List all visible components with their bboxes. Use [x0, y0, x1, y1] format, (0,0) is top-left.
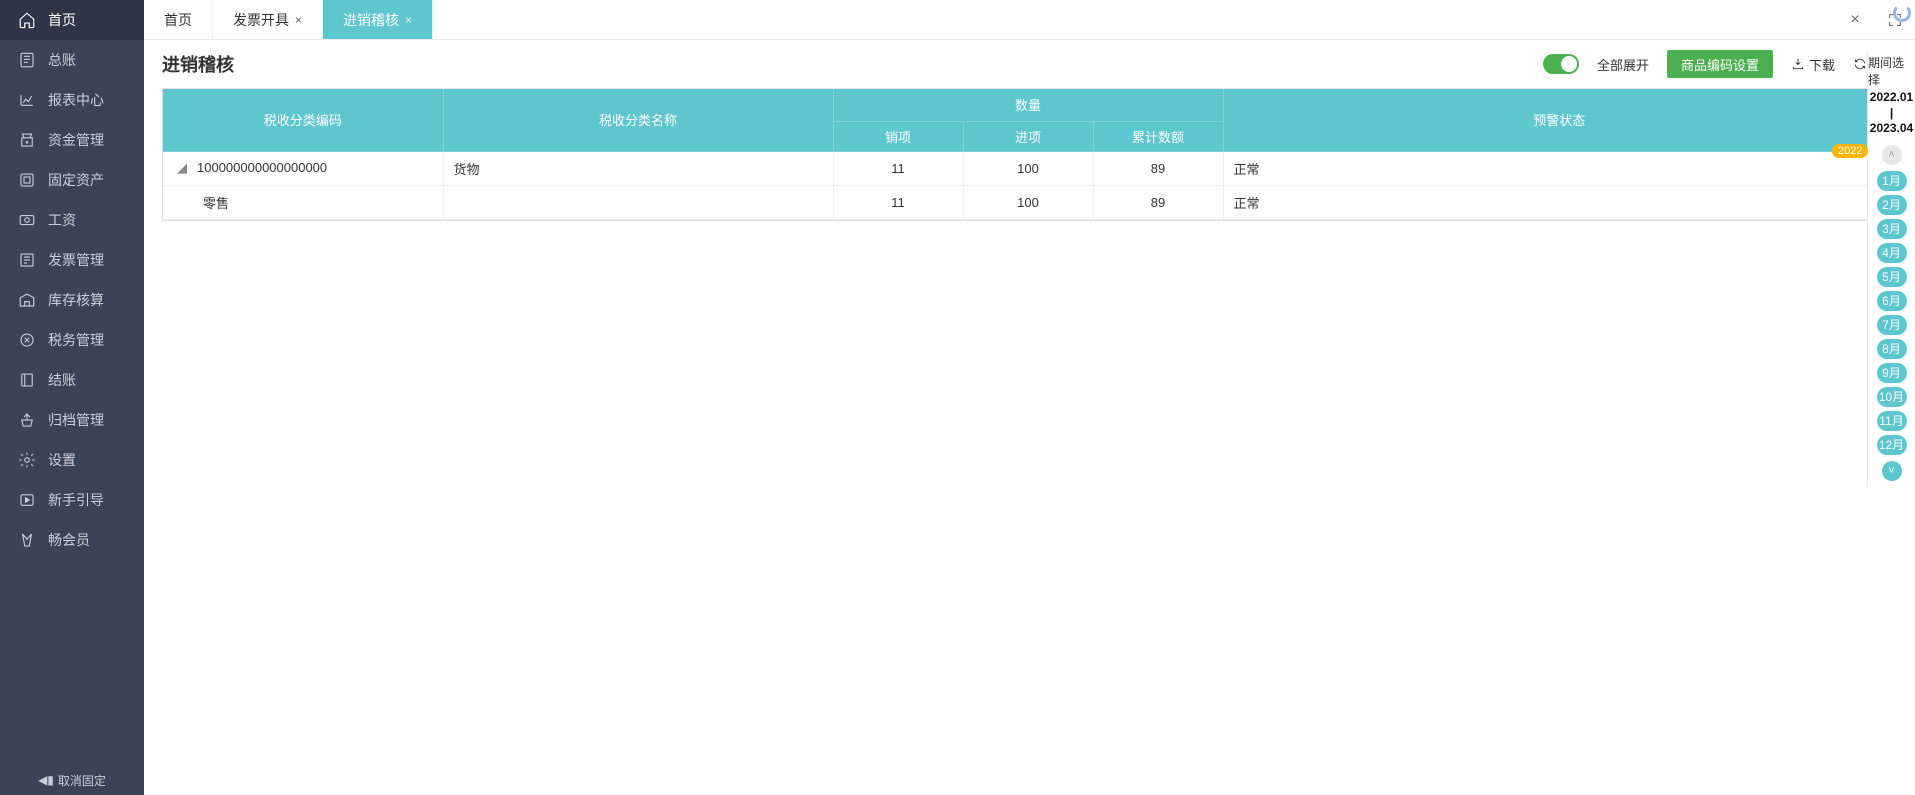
refresh-icon	[1853, 57, 1867, 71]
guide-icon	[18, 491, 36, 509]
toolbar: 进销稽核 全部展开 商品编码设置 下载 刷新	[144, 40, 1915, 88]
sidebar-label: 发票管理	[48, 250, 104, 270]
year-badge: 2022	[1832, 144, 1868, 158]
loading-spinner-icon	[1893, 4, 1911, 22]
salary-icon	[18, 211, 36, 229]
audit-table: ❯ 税收分类编码 税收分类名称 数量 预警状态 销项 进	[162, 88, 1897, 221]
sidebar-label: 结账	[48, 370, 76, 390]
period-range: 2022.01|2023.04	[1870, 90, 1913, 137]
month-10[interactable]: 10月	[1877, 387, 1907, 407]
sidebar-label: 首页	[48, 10, 76, 30]
sidebar-label: 固定资产	[48, 170, 104, 190]
th-out: 销项	[833, 121, 963, 151]
period-prev-button[interactable]: ˄	[1882, 145, 1902, 165]
sidebar-item-ledger[interactable]: 总账	[0, 40, 144, 80]
month-6[interactable]: 6月	[1877, 291, 1907, 311]
page-title: 进销稽核	[162, 51, 234, 77]
invoice-icon	[18, 251, 36, 269]
sidebar-label: 资金管理	[48, 130, 104, 150]
month-9[interactable]: 9月	[1877, 363, 1907, 383]
code-setting-button[interactable]: 商品编码设置	[1667, 50, 1773, 78]
sidebar-item-asset[interactable]: 固定资产	[0, 160, 144, 200]
th-in: 进项	[963, 121, 1093, 151]
sidebar-item-close-book[interactable]: 结账	[0, 360, 144, 400]
month-5[interactable]: 5月	[1877, 267, 1907, 287]
sidebar-label: 归档管理	[48, 410, 104, 430]
month-3[interactable]: 3月	[1877, 219, 1907, 239]
sidebar-item-guide[interactable]: 新手引导	[0, 480, 144, 520]
sidebar-label: 报表中心	[48, 90, 104, 110]
close-icon[interactable]: ×	[405, 13, 412, 27]
sidebar-label: 总账	[48, 50, 76, 70]
inventory-icon	[18, 291, 36, 309]
month-2[interactable]: 2月	[1877, 195, 1907, 215]
tab-bar: 首页 发票开具 × 进销稽核 × ×	[144, 0, 1915, 40]
period-title: 期间选择	[1868, 54, 1915, 88]
tab-label: 进销稽核	[343, 10, 399, 30]
ledger-icon	[18, 51, 36, 69]
close-book-icon	[18, 371, 36, 389]
sidebar-item-settings[interactable]: 设置	[0, 440, 144, 480]
sidebar-label: 库存核算	[48, 290, 104, 310]
tax-icon	[18, 331, 36, 349]
tab-home[interactable]: 首页	[144, 0, 213, 39]
month-12[interactable]: 12月	[1877, 435, 1907, 455]
sidebar-pin-toggle[interactable]: ◀▮取消固定	[0, 765, 144, 795]
table-row[interactable]: ◢100000000000000000 货物 11 100 89 正常	[163, 151, 1896, 185]
th-name: 税收分类名称	[443, 89, 833, 151]
row-collapse-icon[interactable]: ◢	[177, 160, 191, 176]
month-8[interactable]: 8月	[1877, 339, 1907, 359]
sidebar-label: 新手引导	[48, 490, 104, 510]
window-close-button[interactable]: ×	[1835, 0, 1875, 39]
sidebar-item-tax[interactable]: 税务管理	[0, 320, 144, 360]
table-row[interactable]: 零售 11 100 89 正常	[163, 185, 1896, 219]
th-status: 预警状态	[1223, 89, 1895, 151]
tab-label: 首页	[164, 10, 192, 30]
expand-all-toggle[interactable]	[1543, 54, 1579, 74]
sidebar-item-invoice[interactable]: 发票管理	[0, 240, 144, 280]
archive-icon	[18, 411, 36, 429]
tab-invoice-issue[interactable]: 发票开具 ×	[213, 0, 323, 39]
sidebar-label: 税务管理	[48, 330, 104, 350]
close-icon[interactable]: ×	[295, 13, 302, 27]
month-7[interactable]: 7月	[1877, 315, 1907, 335]
th-cum: 累计数额	[1093, 121, 1223, 151]
fund-icon	[18, 131, 36, 149]
sidebar-label: 工资	[48, 210, 76, 230]
sidebar-item-inventory[interactable]: 库存核算	[0, 280, 144, 320]
sidebar-item-home[interactable]: 首页	[0, 0, 144, 40]
month-1[interactable]: 1月	[1877, 171, 1907, 191]
gear-icon	[18, 451, 36, 469]
tab-audit[interactable]: 进销稽核 ×	[323, 0, 433, 39]
sidebar-item-report[interactable]: 报表中心	[0, 80, 144, 120]
member-icon	[18, 531, 36, 549]
sidebar-item-member[interactable]: 畅会员	[0, 520, 144, 560]
th-qty: 数量	[833, 89, 1223, 121]
chart-icon	[18, 91, 36, 109]
th-code: 税收分类编码	[163, 89, 443, 151]
download-icon	[1791, 57, 1805, 71]
sidebar-item-salary[interactable]: 工资	[0, 200, 144, 240]
sidebar-item-archive[interactable]: 归档管理	[0, 400, 144, 440]
home-icon	[18, 11, 36, 29]
sidebar-label: 畅会员	[48, 530, 90, 550]
month-4[interactable]: 4月	[1877, 243, 1907, 263]
sidebar-item-fund[interactable]: 资金管理	[0, 120, 144, 160]
asset-icon	[18, 171, 36, 189]
period-next-button[interactable]: ˅	[1882, 461, 1902, 481]
period-panel: 期间选择 2022.01|2023.04 2022 ˄ 1月 2月 3月 4月 …	[1867, 50, 1915, 487]
sidebar: 首页 总账 报表中心 资金管理 固定资产 工资 发票管理 库存核算	[0, 0, 144, 795]
month-11[interactable]: 11月	[1877, 411, 1907, 431]
download-button[interactable]: 下载	[1791, 55, 1835, 74]
sidebar-label: 设置	[48, 450, 76, 470]
expand-all-label: 全部展开	[1597, 55, 1649, 74]
tab-label: 发票开具	[233, 10, 289, 30]
